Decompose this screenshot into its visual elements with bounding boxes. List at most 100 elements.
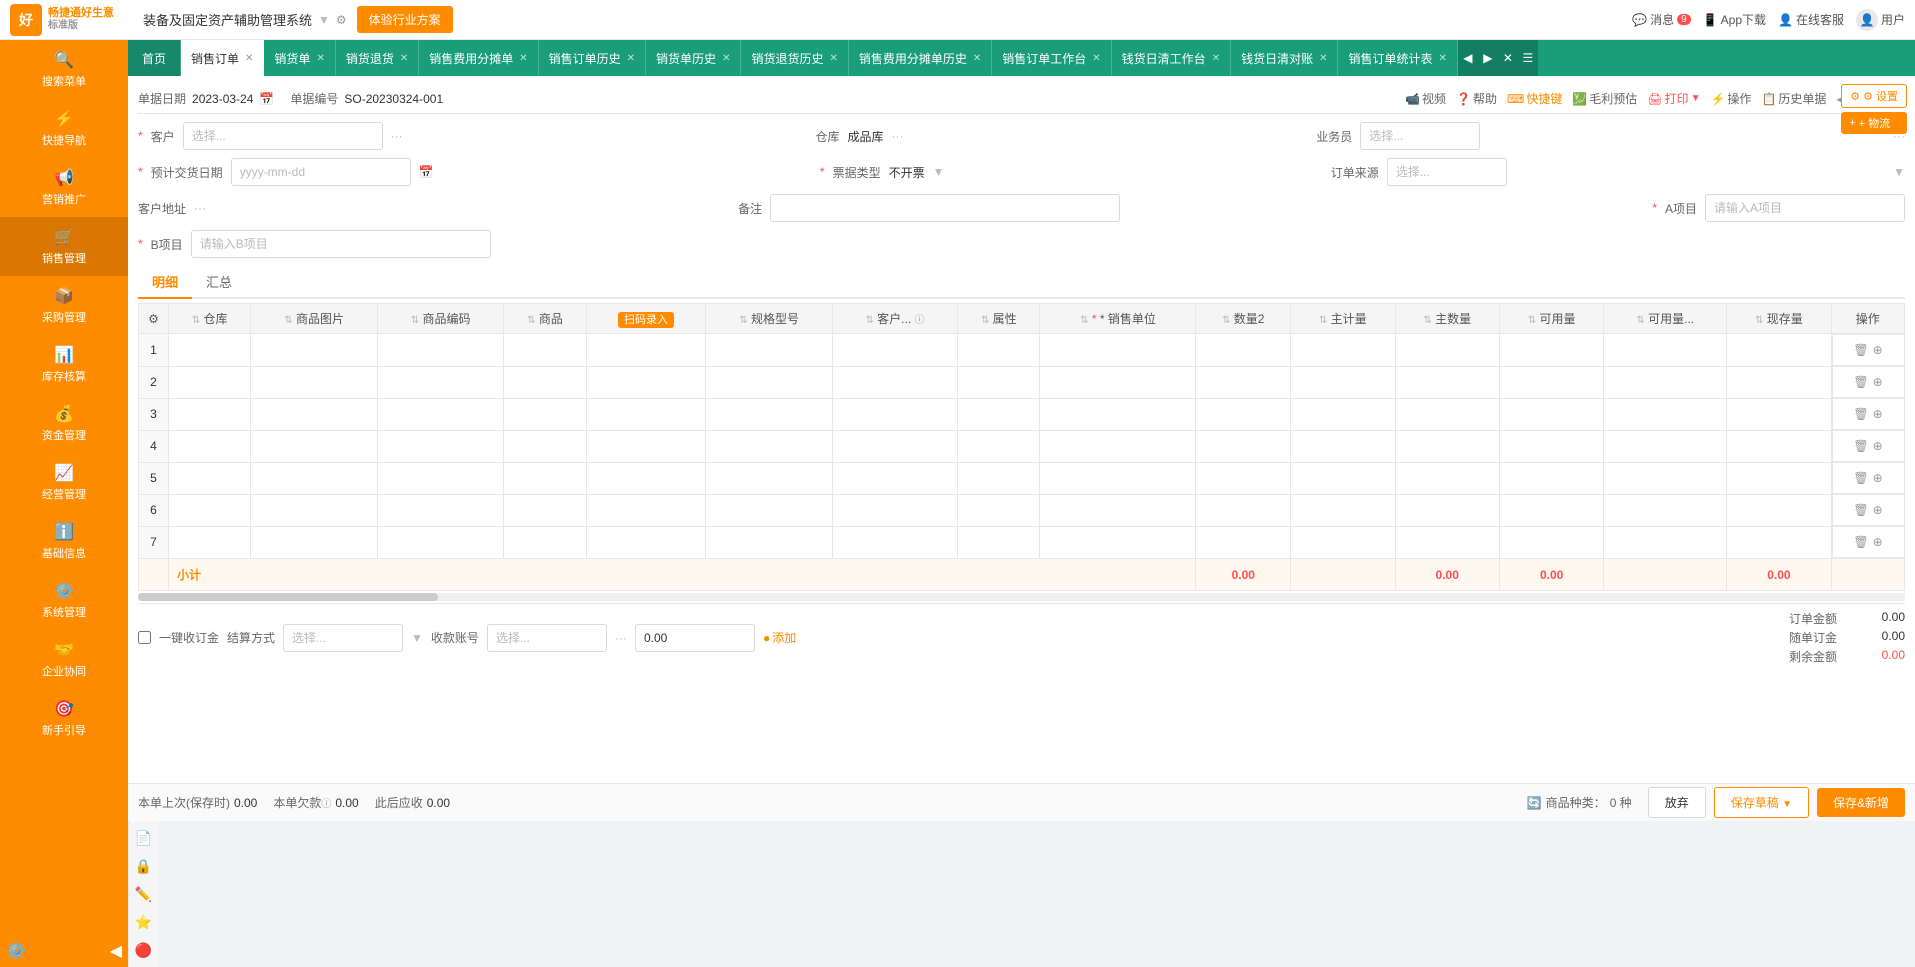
copy-icon-4[interactable]: ⊕: [1873, 439, 1883, 453]
settlement-dropdown[interactable]: ▼: [411, 631, 423, 645]
row-scan-3[interactable]: [586, 398, 706, 430]
right-panel-icon-4[interactable]: ⭐: [131, 909, 157, 935]
row-sku-5[interactable]: [377, 462, 504, 494]
right-panel-icon-1[interactable]: 📄: [131, 825, 157, 851]
solution-button[interactable]: 体验行业方案: [357, 6, 453, 33]
order-source-dropdown[interactable]: ▼: [1893, 165, 1905, 179]
remark-input[interactable]: [770, 194, 1120, 222]
tab-menu-btn[interactable]: ☰: [1518, 40, 1538, 76]
row-scan-4[interactable]: [586, 430, 706, 462]
row-attr-2[interactable]: [958, 366, 1040, 398]
title-dropdown-icon[interactable]: ▼: [318, 13, 330, 27]
online-service-item[interactable]: 👤 在线客服: [1778, 11, 1844, 28]
table-scrollbar[interactable]: [138, 593, 1905, 601]
row-customer-sku-7[interactable]: [832, 526, 957, 559]
tab-expense-split[interactable]: 销售费用分摊单 ✕: [419, 40, 538, 76]
tab-next-btn[interactable]: ▶: [1478, 40, 1498, 76]
app-download-item[interactable]: 📱 App下载: [1703, 11, 1766, 28]
tab-prev-btn[interactable]: ◀: [1458, 40, 1478, 76]
row-main-qty-6[interactable]: [1395, 494, 1499, 526]
row-warehouse-2[interactable]: [169, 366, 251, 398]
tab-invoice-history[interactable]: 销货单历史 ✕: [646, 40, 741, 76]
sidebar-item-sales[interactable]: 🛒 销售管理: [0, 217, 128, 276]
tab-expense-history[interactable]: 销售费用分摊单历史 ✕: [849, 40, 992, 76]
operation-btn[interactable]: ⚡ 操作: [1710, 90, 1751, 107]
tab-close-sales-order[interactable]: ✕: [245, 53, 253, 64]
row-attr-5[interactable]: [958, 462, 1040, 494]
calendar-icon[interactable]: 📅: [259, 92, 274, 106]
warehouse-dots[interactable]: ···: [891, 129, 903, 143]
tab-order-history[interactable]: 销售订单历史 ✕: [539, 40, 646, 76]
row-action-5[interactable]: 🗑 ⊕: [1832, 462, 1905, 494]
delete-icon-4[interactable]: 🗑: [1853, 439, 1868, 453]
row-customer-sku-6[interactable]: [832, 494, 957, 526]
row-sku-6[interactable]: [377, 494, 504, 526]
right-panel-icon-5[interactable]: 🔴: [131, 937, 157, 963]
tab-close-expense-history[interactable]: ✕: [973, 53, 981, 64]
row-product-2[interactable]: [504, 366, 586, 398]
th-gear[interactable]: ⚙: [139, 304, 169, 334]
copy-icon-2[interactable]: ⊕: [1873, 375, 1883, 389]
tab-close-daily-workbench[interactable]: ✕: [1212, 53, 1220, 64]
one-click-checkbox[interactable]: [138, 631, 151, 644]
sidebar-item-basic[interactable]: ℹ️ 基础信息: [0, 512, 128, 571]
row-sku-3[interactable]: [377, 398, 504, 430]
row-attr-1[interactable]: [958, 334, 1040, 367]
print-dropdown-icon[interactable]: ▼: [1691, 93, 1701, 104]
row-main-qty-3[interactable]: [1395, 398, 1499, 430]
save-draft-button[interactable]: 保存草稿 ▼: [1714, 787, 1809, 818]
row-sku-4[interactable]: [377, 430, 504, 462]
account-input[interactable]: [487, 624, 607, 652]
sidebar-item-inventory[interactable]: 📊 库存核算: [0, 335, 128, 394]
row-product-7[interactable]: [504, 526, 586, 559]
row-action-2[interactable]: 🗑 ⊕: [1832, 366, 1905, 398]
sidebar-item-guide[interactable]: 🎯 新手引导: [0, 689, 128, 748]
row-attr-4[interactable]: [958, 430, 1040, 462]
row-action-3[interactable]: 🗑 ⊕: [1832, 398, 1905, 430]
scrollbar-thumb[interactable]: [138, 593, 438, 601]
order-source-input[interactable]: [1387, 158, 1507, 186]
tab-sales-invoice[interactable]: 销货单 ✕: [264, 40, 335, 76]
row-action-6[interactable]: 🗑 ⊕: [1832, 494, 1905, 526]
row-qty2-1[interactable]: [1196, 334, 1291, 367]
sidebar-settings-icon[interactable]: ⚙️: [6, 941, 26, 961]
address-dots[interactable]: ···: [194, 201, 206, 215]
copy-icon-6[interactable]: ⊕: [1873, 503, 1883, 517]
row-main-qty-4[interactable]: [1395, 430, 1499, 462]
row-scan-5[interactable]: [586, 462, 706, 494]
row-qty2-3[interactable]: [1196, 398, 1291, 430]
row-attr-3[interactable]: [958, 398, 1040, 430]
sidebar-item-marketing[interactable]: 📢 营销推广: [0, 158, 128, 217]
row-spec-5[interactable]: [706, 462, 833, 494]
copy-icon-3[interactable]: ⊕: [1873, 407, 1883, 421]
row-spec-6[interactable]: [706, 494, 833, 526]
add-btn[interactable]: ● 添加: [763, 629, 796, 646]
row-spec-7[interactable]: [706, 526, 833, 559]
sidebar-collapse-icon[interactable]: ◀: [110, 941, 122, 961]
row-spec-3[interactable]: [706, 398, 833, 430]
customer-input[interactable]: [183, 122, 383, 150]
row-main-qty-7[interactable]: [1395, 526, 1499, 559]
row-warehouse-5[interactable]: [169, 462, 251, 494]
profit-btn[interactable]: 💹 毛利预估: [1572, 90, 1637, 107]
tab-close-order-history[interactable]: ✕: [627, 53, 635, 64]
delivery-date-input[interactable]: [231, 158, 411, 186]
sub-tab-summary[interactable]: 汇总: [192, 266, 246, 297]
delete-icon-1[interactable]: 🗑: [1853, 343, 1868, 357]
delivery-calendar-icon[interactable]: 📅: [419, 165, 434, 179]
row-unit-1[interactable]: [1040, 334, 1196, 367]
row-action-4[interactable]: 🗑 ⊕: [1832, 430, 1905, 462]
user-item[interactable]: 👤 用户: [1856, 9, 1905, 31]
sub-tab-detail[interactable]: 明细: [138, 266, 192, 299]
row-unit-3[interactable]: [1040, 398, 1196, 430]
row-spec-2[interactable]: [706, 366, 833, 398]
tab-sales-order[interactable]: 销售订单 ✕: [181, 40, 264, 76]
tab-close-return-history[interactable]: ✕: [829, 53, 837, 64]
view-btn[interactable]: 📹 视频: [1405, 90, 1446, 107]
delete-icon-2[interactable]: 🗑: [1853, 375, 1868, 389]
tab-close-sales-return[interactable]: ✕: [400, 53, 408, 64]
shortcut-btn[interactable]: ⌨ 快捷键: [1507, 90, 1562, 107]
row-qty2-4[interactable]: [1196, 430, 1291, 462]
print-btn[interactable]: 🖨 打印 ▼: [1647, 90, 1700, 107]
row-attr-7[interactable]: [958, 526, 1040, 559]
